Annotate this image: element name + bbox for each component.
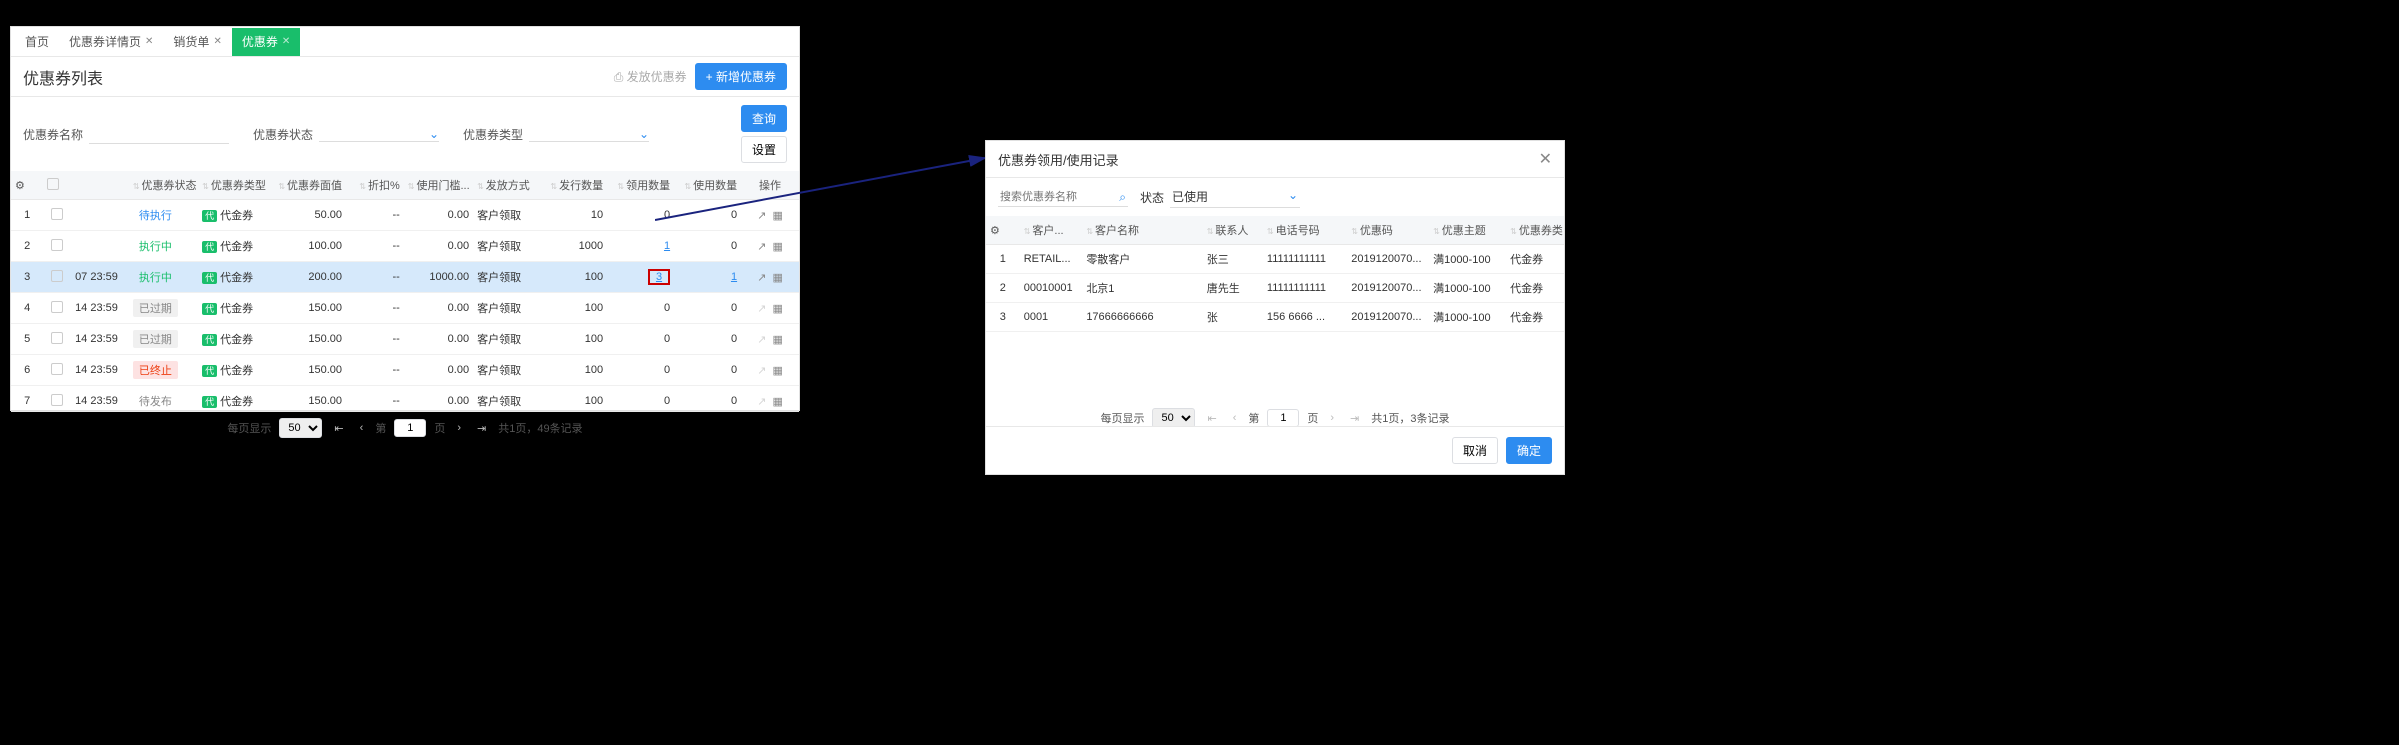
row-checkbox[interactable] [51, 208, 63, 220]
qr-icon[interactable]: ▦ [772, 395, 782, 408]
filter-status-select[interactable]: ⌄ [319, 127, 439, 142]
issue-coupon-button[interactable]: ⎙ 发放优惠券 [614, 68, 687, 85]
ok-button[interactable]: 确定 [1506, 437, 1552, 464]
tab-首页[interactable]: 首页 [15, 28, 59, 56]
table-row[interactable]: 3000117666666666张156 6666 ...2019120070.… [986, 303, 1564, 332]
qr-icon[interactable]: ▦ [772, 209, 782, 222]
col-method[interactable]: 发放方式 [486, 180, 530, 192]
usage-record-modal: 优惠券领用/使用记录 ✕ ⌕ 状态 已使用 ⌄ ⚙ ⇅客户... ⇅客户名称 ⇅… [985, 140, 1565, 475]
prev-page-button[interactable]: ‹ [356, 422, 368, 434]
col-status[interactable]: 优惠券状态 [142, 180, 197, 192]
close-icon[interactable]: ✕ [1539, 149, 1552, 169]
row-checkbox[interactable] [51, 394, 63, 406]
row-checkbox[interactable] [51, 363, 63, 375]
gear-icon[interactable]: ⚙ [986, 216, 1020, 245]
close-icon[interactable]: ✕ [282, 36, 290, 47]
filter-type-label: 优惠券类型 [463, 126, 523, 143]
qr-icon[interactable]: ▦ [772, 302, 782, 315]
per-page-select[interactable]: 50 [279, 418, 322, 438]
first-page-button[interactable]: ⇤ [1203, 412, 1220, 425]
col-discount[interactable]: 折扣% [368, 180, 400, 192]
title-bar: 优惠券列表 ⎙ 发放优惠券 + 新增优惠券 [11, 57, 799, 97]
cancel-button[interactable]: 取消 [1452, 437, 1498, 464]
close-icon[interactable]: ✕ [213, 36, 221, 47]
table-row[interactable]: 614 23:59已终止代代金券150.00--0.00客户领取10000↗▦ [11, 355, 799, 386]
filter-name-input[interactable] [89, 124, 229, 144]
query-button[interactable]: 查询 [741, 105, 787, 132]
pagination: 每页显示 50 ⇤ ‹ 第 页 › ⇥ 共1页，49条记录 [11, 411, 799, 444]
pager-summary: 共1页，3条记录 [1371, 410, 1449, 426]
row-checkbox[interactable] [51, 270, 63, 282]
table-row[interactable]: 714 23:59待发布代代金券150.00--0.00客户领取10000↗▦ [11, 386, 799, 412]
open-icon[interactable]: ↗ [757, 240, 766, 253]
open-icon[interactable]: ↗ [757, 271, 766, 284]
modal-search-input[interactable] [998, 188, 1128, 207]
open-icon[interactable]: ↗ [757, 209, 766, 222]
open-icon[interactable]: ↗ [757, 302, 766, 315]
next-page-button[interactable]: › [1326, 412, 1338, 424]
pager-summary: 共1页，49条记录 [498, 420, 582, 436]
qr-icon[interactable]: ▦ [772, 333, 782, 346]
add-coupon-button[interactable]: + 新增优惠券 [695, 63, 787, 90]
page-title: 优惠券列表 [23, 65, 103, 89]
page-input[interactable] [1267, 409, 1299, 427]
filter-name-label: 优惠券名称 [23, 126, 83, 143]
table-row[interactable]: 414 23:59已过期代代金券150.00--0.00客户领取10000↗▦ [11, 293, 799, 324]
qr-icon[interactable]: ▦ [772, 240, 782, 253]
qr-icon[interactable]: ▦ [772, 271, 782, 284]
col-issue[interactable]: 发行数量 [559, 180, 603, 192]
filter-row: 优惠券名称 优惠券状态 ⌄ 优惠券类型 ⌄ 查询 设置 [11, 97, 799, 171]
col-face[interactable]: 优惠券面值 [287, 180, 342, 192]
per-page-select[interactable]: 50 [1152, 408, 1195, 428]
table-row[interactable]: 2执行中代代金券100.00--0.00客户领取100010↗▦ [11, 231, 799, 262]
row-checkbox[interactable] [51, 332, 63, 344]
table-row[interactable]: 307 23:59执行中代代金券200.00--1000.00客户领取10031… [11, 262, 799, 293]
table-row[interactable]: 1待执行代代金券50.00--0.00客户领取1000↗▦ [11, 200, 799, 231]
select-all-checkbox[interactable] [43, 171, 71, 200]
modal-title: 优惠券领用/使用记录 [998, 150, 1119, 169]
table-row[interactable]: 514 23:59已过期代代金券150.00--0.00客户领取10000↗▦ [11, 324, 799, 355]
tab-销货单[interactable]: 销货单✕ [163, 28, 231, 56]
search-icon[interactable]: ⌕ [1119, 190, 1126, 205]
table-row[interactable]: 1RETAIL...零散客户张三111111111112019120070...… [986, 245, 1564, 274]
col-type[interactable]: 优惠券类型 [211, 180, 266, 192]
coupon-table: ⚙ ⇅优惠券状态 ⇅优惠券类型 ⇅优惠券面值 ⇅折扣% ⇅使用门槛... ⇅发放… [11, 171, 799, 411]
coupon-list-window: 首页优惠券详情页✕销货单✕优惠券✕ 优惠券列表 ⎙ 发放优惠券 + 新增优惠券 … [10, 26, 800, 411]
chevron-down-icon: ⌄ [1288, 188, 1298, 205]
tab-优惠券[interactable]: 优惠券✕ [232, 28, 300, 56]
per-page-label: 每页显示 [227, 420, 271, 436]
settings-button[interactable]: 设置 [741, 136, 787, 163]
first-page-button[interactable]: ⇤ [330, 422, 347, 435]
col-threshold[interactable]: 使用门槛... [416, 180, 469, 192]
open-icon[interactable]: ↗ [757, 333, 766, 346]
tab-bar: 首页优惠券详情页✕销货单✕优惠券✕ [11, 27, 799, 57]
chevron-down-icon: ⌄ [429, 127, 439, 141]
chevron-down-icon: ⌄ [639, 127, 649, 141]
open-icon[interactable]: ↗ [757, 364, 766, 377]
table-row[interactable]: 200010001北京1唐先生111111111112019120070...满… [986, 274, 1564, 303]
col-use[interactable]: 使用数量 [693, 180, 737, 192]
next-page-button[interactable]: › [453, 422, 465, 434]
filter-type-select[interactable]: ⌄ [529, 127, 649, 142]
last-page-button[interactable]: ⇥ [1346, 412, 1363, 425]
col-ops: 操作 [741, 171, 799, 200]
close-icon[interactable]: ✕ [145, 36, 153, 47]
gear-icon[interactable]: ⚙ [11, 171, 43, 200]
prev-page-button[interactable]: ‹ [1229, 412, 1241, 424]
usage-table: ⚙ ⇅客户... ⇅客户名称 ⇅联系人 ⇅电话号码 ⇅优惠码 ⇅优惠主题 ⇅优惠… [986, 216, 1564, 332]
filter-status-label: 优惠券状态 [253, 126, 313, 143]
row-checkbox[interactable] [51, 301, 63, 313]
page-input[interactable] [394, 419, 426, 437]
qr-icon[interactable]: ▦ [772, 364, 782, 377]
open-icon[interactable]: ↗ [757, 395, 766, 408]
modal-state-label: 状态 [1140, 189, 1164, 206]
col-claim[interactable]: 领用数量 [626, 180, 670, 192]
modal-state-select[interactable]: 已使用 ⌄ [1170, 186, 1300, 208]
row-checkbox[interactable] [51, 239, 63, 251]
tab-优惠券详情页[interactable]: 优惠券详情页✕ [59, 28, 163, 56]
last-page-button[interactable]: ⇥ [473, 422, 490, 435]
